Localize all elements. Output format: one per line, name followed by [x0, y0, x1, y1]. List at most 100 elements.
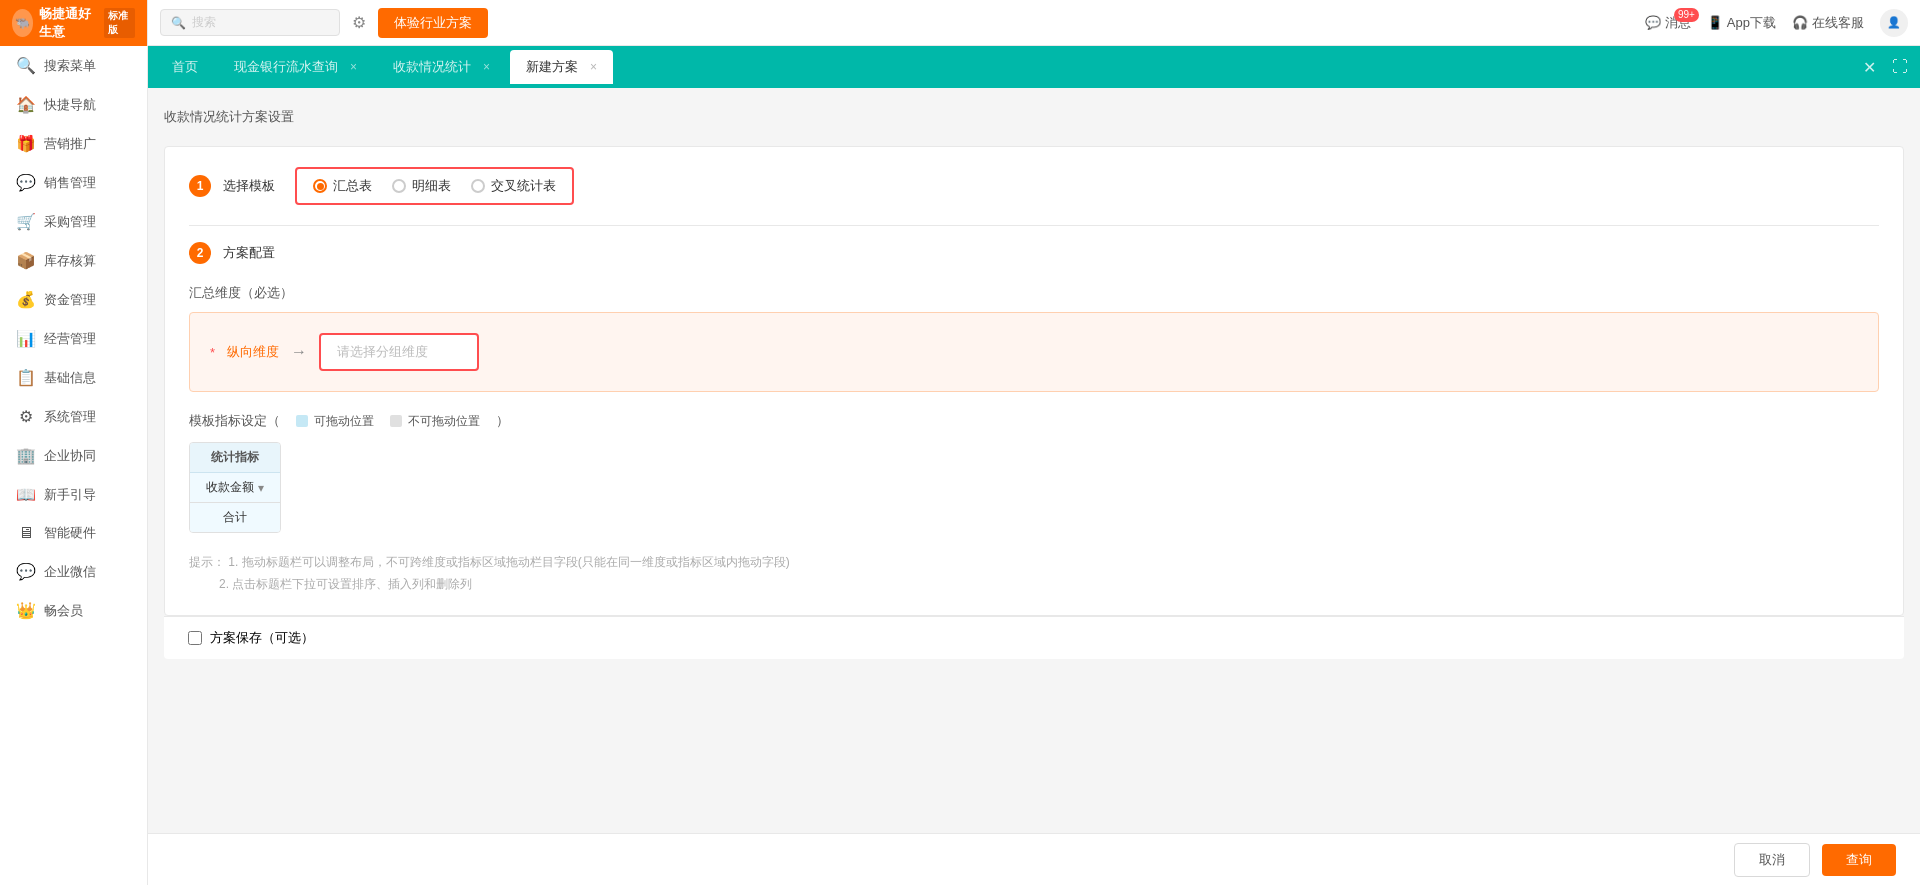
tab-home-label: 首页: [172, 58, 198, 76]
sidebar-item-basic-info[interactable]: 📋 基础信息: [0, 358, 147, 397]
message-button[interactable]: 💬 消息 99+: [1645, 14, 1691, 32]
topbar-right: 💬 消息 99+ 📱 App下载 🎧 在线客服 👤: [1645, 9, 1908, 37]
step1-label: 选择模板: [223, 177, 275, 195]
step1-number: 1: [189, 175, 211, 197]
online-service-label: 在线客服: [1812, 14, 1864, 32]
tab-collection-stats[interactable]: 收款情况统计 ×: [377, 50, 506, 84]
dimension-placeholder: 请选择分组维度: [337, 344, 428, 359]
draggable-dot: [296, 415, 308, 427]
tab-collection-stats-label: 收款情况统计: [393, 58, 471, 76]
tab-home[interactable]: 首页: [156, 50, 214, 84]
sidebar-item-search-menu[interactable]: 🔍 搜索菜单: [0, 46, 147, 85]
step-divider: [189, 225, 1879, 226]
sidebar-item-operations[interactable]: 📊 经营管理: [0, 319, 147, 358]
message-icon: 💬: [1645, 15, 1661, 30]
metrics-title-close: ）: [496, 412, 509, 430]
radio-cross[interactable]: 交叉统计表: [471, 177, 556, 195]
sidebar-nav: 🔍 搜索菜单 🏠 快捷导航 🎁 营销推广 💬 销售管理 🛒 采购管理 📦 库存核…: [0, 46, 147, 885]
required-star: *: [210, 345, 215, 360]
save-checkbox[interactable]: [188, 631, 202, 645]
metrics-section: 模板指标设定（ 可拖动位置 不可拖动位置 ）: [189, 412, 1879, 536]
sidebar-item-label: 新手引导: [44, 486, 96, 504]
sidebar-item-label: 经营管理: [44, 330, 96, 348]
step2-row: 2 方案配置: [189, 242, 1879, 264]
sidebar-item-label: 畅会员: [44, 602, 83, 620]
trial-button[interactable]: 体验行业方案: [378, 8, 488, 38]
sidebar-item-member[interactable]: 👑 畅会员: [0, 591, 147, 630]
search-box[interactable]: 🔍 搜索: [160, 9, 340, 36]
sidebar-item-label: 系统管理: [44, 408, 96, 426]
finance-icon: 💰: [16, 290, 36, 309]
breadcrumb: 收款情况统计方案设置: [164, 100, 1904, 134]
cancel-button[interactable]: 取消: [1734, 843, 1810, 877]
settings-icon[interactable]: ⚙: [352, 13, 366, 32]
app-name: 畅捷通好生意: [39, 5, 98, 41]
sidebar-item-wechat[interactable]: 💬 企业微信: [0, 552, 147, 591]
tab-new-plan[interactable]: 新建方案 ×: [510, 50, 613, 84]
save-label: 方案保存（可选）: [210, 629, 314, 647]
dimension-row: * 纵向维度 → 请选择分组维度: [210, 333, 479, 371]
tab-bank-flow[interactable]: 现金银行流水查询 ×: [218, 50, 373, 84]
search-icon: 🔍: [171, 16, 186, 30]
dimension-section: 汇总维度（必选） * 纵向维度 → 请选择分组维度: [189, 284, 1879, 392]
sidebar-item-label: 基础信息: [44, 369, 96, 387]
sidebar-item-sales[interactable]: 💬 销售管理: [0, 163, 147, 202]
radio-summary[interactable]: 汇总表: [313, 177, 372, 195]
tip2-text: 2. 点击标题栏下拉可设置排序、插入列和删除列: [219, 577, 472, 591]
tab-collection-stats-close[interactable]: ×: [483, 60, 490, 74]
radio-summary-circle: [313, 179, 327, 193]
app-download-label: App下载: [1727, 14, 1776, 32]
radio-detail-circle: [392, 179, 406, 193]
sidebar-item-label: 企业微信: [44, 563, 96, 581]
sidebar-item-label: 快捷导航: [44, 96, 96, 114]
edition-badge: 标准版: [104, 8, 135, 38]
sidebar-item-inventory[interactable]: 📦 库存核算: [0, 241, 147, 280]
basic-info-icon: 📋: [16, 368, 36, 387]
metrics-cell-amount[interactable]: 收款金额 ▾: [190, 473, 280, 503]
sidebar-item-finance[interactable]: 💰 资金管理: [0, 280, 147, 319]
query-button[interactable]: 查询: [1822, 844, 1896, 876]
radio-detail[interactable]: 明细表: [392, 177, 451, 195]
online-service-button[interactable]: 🎧 在线客服: [1792, 14, 1864, 32]
sidebar-item-purchase[interactable]: 🛒 采购管理: [0, 202, 147, 241]
app-download-icon: 📱: [1707, 15, 1723, 30]
search-menu-icon: 🔍: [16, 56, 36, 75]
dimension-select[interactable]: 请选择分组维度: [319, 333, 479, 371]
cell-dropdown[interactable]: 收款金额 ▾: [206, 479, 264, 496]
guide-icon: 📖: [16, 485, 36, 504]
page-content: 收款情况统计方案设置 1 选择模板 汇总表 明细表: [148, 88, 1920, 885]
metrics-cell-total: 合计: [190, 503, 280, 533]
purchase-icon: 🛒: [16, 212, 36, 231]
radio-cross-label: 交叉统计表: [491, 177, 556, 195]
metrics-table: 统计指标 收款金额 ▾: [190, 443, 280, 532]
sidebar-item-smart-hw[interactable]: 🖥 智能硬件: [0, 514, 147, 552]
tip1-text: 1. 拖动标题栏可以调整布局，不可跨维度或指标区域拖动栏目字段(只能在同一维度或…: [228, 555, 789, 569]
sidebar-item-marketing[interactable]: 🎁 营销推广: [0, 124, 147, 163]
marketing-icon: 🎁: [16, 134, 36, 153]
user-avatar[interactable]: 👤: [1880, 9, 1908, 37]
sidebar-item-guide[interactable]: 📖 新手引导: [0, 475, 147, 514]
metrics-table-wrapper: 统计指标 收款金额 ▾: [189, 442, 281, 533]
sales-icon: 💬: [16, 173, 36, 192]
main-area: 🔍 搜索 ⚙ 体验行业方案 💬 消息 99+ 📱 App下载 🎧 在线客服 👤: [148, 0, 1920, 885]
step2-label: 方案配置: [223, 244, 275, 262]
legend-not-draggable: 不可拖动位置: [390, 413, 480, 430]
sidebar-logo: 🐃 畅捷通好生意 标准版: [0, 0, 147, 46]
radio-cross-circle: [471, 179, 485, 193]
tab-expand-icon[interactable]: ⛶: [1888, 54, 1912, 81]
not-draggable-dot: [390, 415, 402, 427]
sidebar-item-label: 销售管理: [44, 174, 96, 192]
metrics-header: 模板指标设定（ 可拖动位置 不可拖动位置 ）: [189, 412, 1879, 430]
sidebar: 🐃 畅捷通好生意 标准版 🔍 搜索菜单 🏠 快捷导航 🎁 营销推广 💬 销售管理…: [0, 0, 148, 885]
sidebar-item-enterprise[interactable]: 🏢 企业协同: [0, 436, 147, 475]
tab-close-window-icon[interactable]: ✕: [1859, 54, 1880, 81]
tab-new-plan-close[interactable]: ×: [590, 60, 597, 74]
sidebar-item-quick-nav[interactable]: 🏠 快捷导航: [0, 85, 147, 124]
member-icon: 👑: [16, 601, 36, 620]
dimension-subtitle: 汇总维度（必选）: [189, 284, 1879, 302]
app-download-button[interactable]: 📱 App下载: [1707, 14, 1776, 32]
legend-not-draggable-label: 不可拖动位置: [408, 413, 480, 430]
tab-bank-flow-close[interactable]: ×: [350, 60, 357, 74]
sidebar-item-system[interactable]: ⚙ 系统管理: [0, 397, 147, 436]
template-radio-group: 汇总表 明细表 交叉统计表: [313, 177, 556, 195]
